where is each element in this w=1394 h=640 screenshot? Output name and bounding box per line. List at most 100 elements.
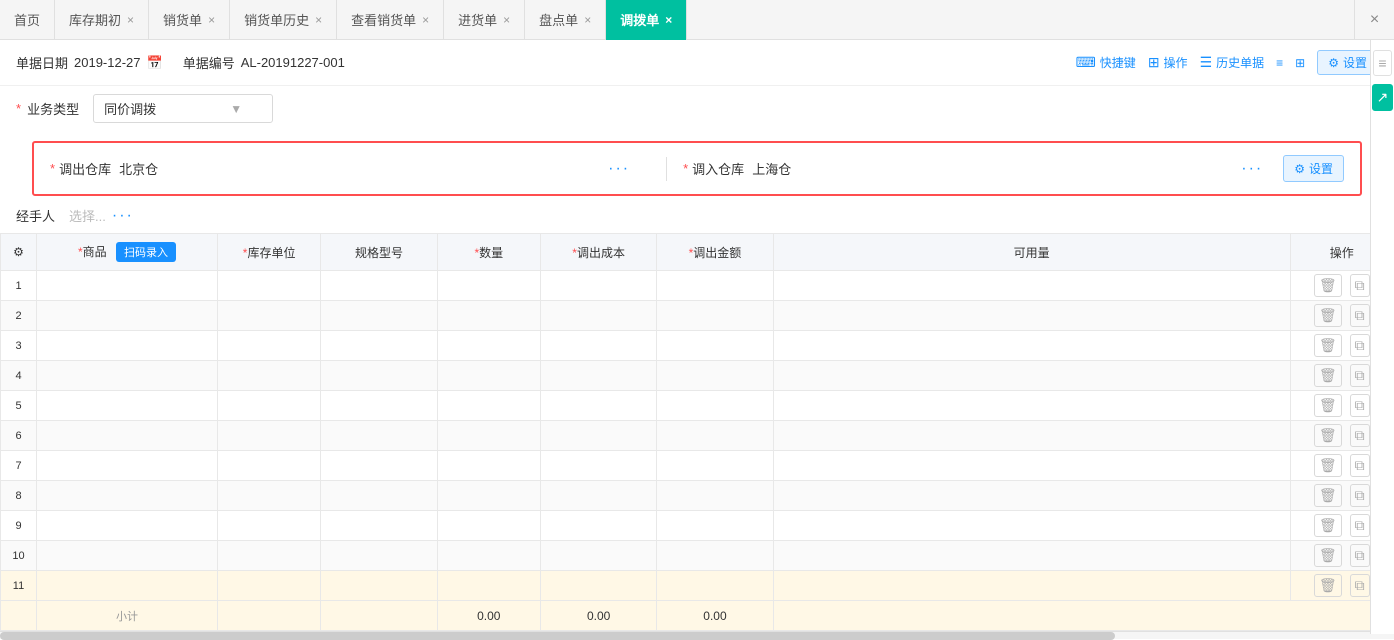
handler-dots[interactable]: ··· xyxy=(112,207,134,225)
th-available: 可用量 xyxy=(773,234,1290,271)
tab-close-purchase-order[interactable]: × xyxy=(503,13,510,27)
shortcut-icon: ⌨ xyxy=(1076,54,1096,71)
biz-row: * 业务类型 同价调拨 ▼ xyxy=(0,86,1394,131)
delete-icon[interactable]: 🗑 xyxy=(1314,574,1342,597)
copy-icon[interactable]: ⧉ xyxy=(1350,304,1370,327)
copy-icon[interactable]: ⧉ xyxy=(1350,394,1370,417)
number-field: 单据编号 AL-20191227-001 xyxy=(183,53,345,72)
transfer-section: * 调出仓库 北京仓 ··· * 调入仓库 上海仓 ··· ⚙ 设置 xyxy=(32,141,1362,196)
settings-gear-icon: ⚙ xyxy=(1328,56,1339,70)
form-header-left: 单据日期 2019-12-27 📅 单据编号 AL-20191227-001 xyxy=(16,53,345,72)
shortcut-btn[interactable]: ⌨ 快捷键 xyxy=(1076,54,1136,71)
history-btn[interactable]: ☰ 历史单据 xyxy=(1200,54,1265,71)
transfer-section-wrapper: * 调出仓库 北京仓 ··· * 调入仓库 上海仓 ··· ⚙ 设置 xyxy=(0,141,1394,196)
table-row: 5🗑⧉ xyxy=(1,391,1394,421)
transfer-in-group: * 调入仓库 上海仓 ··· xyxy=(683,159,1283,178)
operation-btn[interactable]: ⊞ 操作 xyxy=(1148,54,1188,71)
th-qty: *数量 xyxy=(437,234,540,271)
transfer-in-dots[interactable]: ··· xyxy=(1241,160,1263,178)
th-product: *商品 扫码录入 xyxy=(37,234,218,271)
th-unit: *库存单位 xyxy=(217,234,320,271)
copy-icon[interactable]: ⧉ xyxy=(1350,334,1370,357)
tab-inventory-init[interactable]: 库存期初 × xyxy=(55,0,149,40)
table-row: 10🗑⧉ xyxy=(1,541,1394,571)
calendar-icon[interactable]: 📅 xyxy=(147,55,163,71)
copy-icon[interactable]: ⧉ xyxy=(1350,484,1370,507)
th-cost: *调出成本 xyxy=(540,234,656,271)
delete-icon[interactable]: 🗑 xyxy=(1314,424,1342,447)
transfer-settings-btn[interactable]: ⚙ 设置 xyxy=(1283,155,1344,182)
tab-bar: 首页 库存期初 × 销货单 × 销货单历史 × 查看销货单 × 进货单 × 盘点… xyxy=(0,0,1394,40)
copy-icon[interactable]: ⧉ xyxy=(1350,544,1370,567)
delete-icon[interactable]: 🗑 xyxy=(1314,304,1342,327)
copy-icon[interactable]: ⧉ xyxy=(1350,514,1370,537)
delete-icon[interactable]: 🗑 xyxy=(1314,334,1342,357)
scroll-bar-area[interactable] xyxy=(0,631,1394,639)
table-row: 1🗑⧉ xyxy=(1,271,1394,301)
biz-type-select[interactable]: 同价调拨 ▼ xyxy=(93,94,273,123)
tab-sales-order[interactable]: 销货单 × xyxy=(149,0,230,40)
table-header-row: ⚙ *商品 扫码录入 *库存单位 规格型号 *数量 *调出成本 *调出金额 xyxy=(1,234,1394,271)
layout1-btn[interactable]: ≡ xyxy=(1276,56,1283,70)
form-header: 单据日期 2019-12-27 📅 单据编号 AL-20191227-001 ⌨… xyxy=(0,40,1394,86)
sidebar-export-icon[interactable]: ↗ xyxy=(1372,84,1394,111)
gear-icon: ⚙ xyxy=(13,245,24,259)
biz-type-arrow: ▼ xyxy=(230,102,242,116)
delete-icon[interactable]: 🗑 xyxy=(1314,484,1342,507)
form-header-right: ⌨ 快捷键 ⊞ 操作 ☰ 历史单据 ≡ ⊞ ⚙ 设置 xyxy=(1076,50,1378,75)
close-all-tabs[interactable]: × xyxy=(1354,0,1394,40)
transfer-divider xyxy=(666,157,667,181)
biz-type-field: * 业务类型 同价调拨 ▼ xyxy=(16,94,273,123)
copy-icon[interactable]: ⧉ xyxy=(1350,424,1370,447)
delete-icon[interactable]: 🗑 xyxy=(1314,454,1342,477)
delete-icon[interactable]: 🗑 xyxy=(1314,364,1342,387)
delete-icon[interactable]: 🗑 xyxy=(1314,514,1342,537)
scan-button[interactable]: 扫码录入 xyxy=(116,242,176,262)
th-spec: 规格型号 xyxy=(321,234,437,271)
date-field: 单据日期 2019-12-27 📅 xyxy=(16,53,163,72)
history-icon: ☰ xyxy=(1200,54,1213,71)
table-row: 4🗑⧉ xyxy=(1,361,1394,391)
right-sidebar: ≡ ↗ xyxy=(1370,40,1394,634)
scroll-bar-inner[interactable] xyxy=(0,632,1115,640)
table-row: 2🗑⧉ xyxy=(1,301,1394,331)
tab-close-view-sales[interactable]: × xyxy=(422,13,429,27)
copy-icon[interactable]: ⧉ xyxy=(1350,274,1370,297)
transfer-gear-icon: ⚙ xyxy=(1294,162,1305,176)
transfer-out-group: * 调出仓库 北京仓 ··· xyxy=(50,159,650,178)
data-table: ⚙ *商品 扫码录入 *库存单位 规格型号 *数量 *调出成本 *调出金额 xyxy=(0,233,1394,631)
handler-row: 经手人 选择... ··· xyxy=(0,206,1394,233)
tab-close-sales-order[interactable]: × xyxy=(208,13,215,27)
layout2-btn[interactable]: ⊞ xyxy=(1295,56,1305,70)
tab-transfer-order[interactable]: 调拨单 × xyxy=(606,0,687,40)
tab-sales-history[interactable]: 销货单历史 × xyxy=(230,0,337,40)
tab-purchase-order[interactable]: 进货单 × xyxy=(444,0,525,40)
copy-icon[interactable]: ⧉ xyxy=(1350,454,1370,477)
table-row: 8🗑⧉ xyxy=(1,481,1394,511)
th-gear[interactable]: ⚙ xyxy=(1,234,37,271)
copy-icon[interactable]: ⧉ xyxy=(1350,364,1370,387)
tab-home[interactable]: 首页 xyxy=(0,0,55,40)
tab-view-sales[interactable]: 查看销货单 × xyxy=(337,0,444,40)
copy-icon[interactable]: ⧉ xyxy=(1350,574,1370,597)
settings-button[interactable]: ⚙ 设置 xyxy=(1317,50,1378,75)
tab-close-inventory-init[interactable]: × xyxy=(127,13,134,27)
tab-inventory-check[interactable]: 盘点单 × xyxy=(525,0,606,40)
tab-close-transfer-order[interactable]: × xyxy=(665,13,672,27)
sidebar-list-icon[interactable]: ≡ xyxy=(1373,50,1391,76)
biz-star: * xyxy=(16,101,21,116)
operation-icon: ⊞ xyxy=(1148,54,1160,71)
tab-close-sales-history[interactable]: × xyxy=(315,13,322,27)
th-amount: *调出金额 xyxy=(657,234,773,271)
subtotal-row: 11 🗑⧉ xyxy=(1,571,1394,601)
table-row: 7🗑⧉ xyxy=(1,451,1394,481)
delete-icon[interactable]: 🗑 xyxy=(1314,544,1342,567)
tab-close-inventory-check[interactable]: × xyxy=(584,13,591,27)
delete-icon[interactable]: 🗑 xyxy=(1314,274,1342,297)
delete-icon[interactable]: 🗑 xyxy=(1314,394,1342,417)
table-row: 9🗑⧉ xyxy=(1,511,1394,541)
table-row: 6🗑⧉ xyxy=(1,421,1394,451)
data-table-wrapper: ⚙ *商品 扫码录入 *库存单位 规格型号 *数量 *调出成本 *调出金额 xyxy=(0,233,1394,631)
transfer-out-dots[interactable]: ··· xyxy=(608,160,630,178)
subtotal-summary-row: 小计 0.00 0.00 0.00 xyxy=(1,601,1394,631)
